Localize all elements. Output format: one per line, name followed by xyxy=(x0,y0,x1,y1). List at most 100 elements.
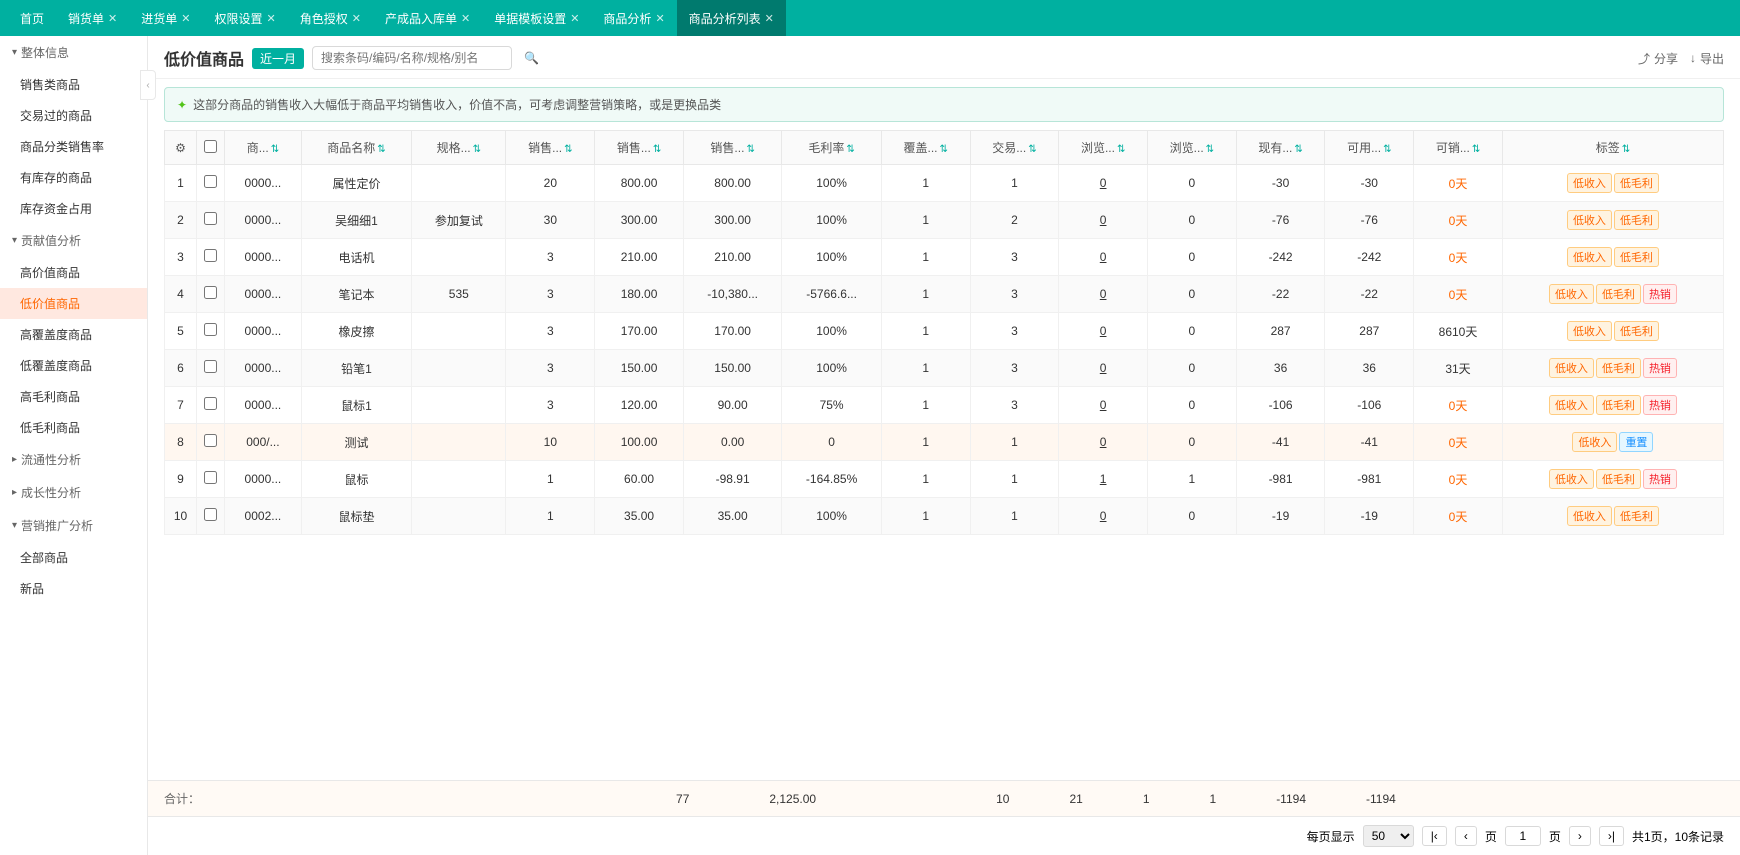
col-tags[interactable]: 标签⇅ xyxy=(1502,131,1723,165)
col-available[interactable]: 可用...⇅ xyxy=(1325,131,1414,165)
view1-link[interactable]: 0 xyxy=(1100,509,1107,523)
sidebar-item-category-rate[interactable]: 商品分类销售率 xyxy=(0,131,147,162)
prev-page-button[interactable]: ‹ xyxy=(1455,826,1477,846)
cell-checkbox[interactable] xyxy=(197,498,225,535)
cell-view1[interactable]: 0 xyxy=(1059,424,1148,461)
sidebar-group-marketing[interactable]: ▾ 营销推广分析 xyxy=(0,509,147,542)
next-page-button[interactable]: › xyxy=(1569,826,1591,846)
view1-link[interactable]: 0 xyxy=(1100,287,1107,301)
nav-home[interactable]: 首页 xyxy=(8,0,56,36)
col-checkbox[interactable] xyxy=(197,131,225,165)
cell-checkbox[interactable] xyxy=(197,202,225,239)
sidebar-collapse-button[interactable]: ‹ xyxy=(140,70,156,100)
share-button[interactable]: ⤴ 分享 xyxy=(1638,50,1678,67)
nav-close-warehouse[interactable]: ✕ xyxy=(461,12,470,25)
row-checkbox[interactable] xyxy=(204,434,217,447)
cell-checkbox[interactable] xyxy=(197,387,225,424)
first-page-button[interactable]: |‹ xyxy=(1422,826,1447,846)
cell-checkbox[interactable] xyxy=(197,424,225,461)
view1-link[interactable]: 1 xyxy=(1100,472,1107,486)
nav-permissions[interactable]: 权限设置 ✕ xyxy=(202,0,287,36)
cell-view1[interactable]: 0 xyxy=(1059,313,1148,350)
row-checkbox[interactable] xyxy=(204,286,217,299)
row-checkbox[interactable] xyxy=(204,360,217,373)
cell-checkbox[interactable] xyxy=(197,165,225,202)
sidebar-item-low-value[interactable]: 低价值商品 xyxy=(0,288,147,319)
row-checkbox[interactable] xyxy=(204,397,217,410)
export-button[interactable]: ↓ 导出 xyxy=(1690,50,1724,67)
nav-sales-order[interactable]: 销货单 ✕ xyxy=(56,0,129,36)
cell-checkbox[interactable] xyxy=(197,239,225,276)
sidebar-group-circulation[interactable]: ▸ 流通性分析 xyxy=(0,443,147,476)
sidebar-item-traded[interactable]: 交易过的商品 xyxy=(0,100,147,131)
col-name[interactable]: 商品名称⇅ xyxy=(301,131,411,165)
cell-view1[interactable]: 0 xyxy=(1059,498,1148,535)
nav-close-role[interactable]: ✕ xyxy=(352,12,361,25)
sidebar-item-stocked[interactable]: 有库存的商品 xyxy=(0,162,147,193)
sidebar-item-high-margin[interactable]: 高毛利商品 xyxy=(0,381,147,412)
nav-close-list[interactable]: ✕ xyxy=(765,12,774,25)
select-all-checkbox[interactable] xyxy=(204,140,217,153)
nav-product-analysis[interactable]: 商品分析 ✕ xyxy=(591,0,676,36)
cell-checkbox[interactable] xyxy=(197,276,225,313)
sidebar-item-high-coverage[interactable]: 高覆盖度商品 xyxy=(0,319,147,350)
nav-close-sales[interactable]: ✕ xyxy=(108,12,117,25)
cell-view1[interactable]: 0 xyxy=(1059,165,1148,202)
sidebar-item-all-products[interactable]: 全部商品 xyxy=(0,542,147,573)
row-checkbox[interactable] xyxy=(204,508,217,521)
col-settings[interactable]: ⚙ xyxy=(165,131,197,165)
nav-analysis-list[interactable]: 商品分析列表 ✕ xyxy=(677,0,786,36)
nav-product-warehouse[interactable]: 产成品入库单 ✕ xyxy=(373,0,482,36)
sidebar-group-overall[interactable]: ▾ 整体信息 xyxy=(0,36,147,69)
cell-checkbox[interactable] xyxy=(197,461,225,498)
cell-view1[interactable]: 0 xyxy=(1059,202,1148,239)
col-view1[interactable]: 浏览...⇅ xyxy=(1059,131,1148,165)
col-trade[interactable]: 交易...⇅ xyxy=(970,131,1059,165)
search-icon[interactable]: 🔍 xyxy=(524,51,539,65)
nav-template-settings[interactable]: 单据模板设置 ✕ xyxy=(482,0,591,36)
cell-checkbox[interactable] xyxy=(197,313,225,350)
row-checkbox[interactable] xyxy=(204,212,217,225)
cell-view1[interactable]: 0 xyxy=(1059,239,1148,276)
row-checkbox[interactable] xyxy=(204,323,217,336)
row-checkbox[interactable] xyxy=(204,471,217,484)
cell-view1[interactable]: 1 xyxy=(1059,461,1148,498)
nav-purchase-order[interactable]: 进货单 ✕ xyxy=(129,0,202,36)
col-coverage[interactable]: 覆盖...⇅ xyxy=(881,131,970,165)
cell-view1[interactable]: 0 xyxy=(1059,276,1148,313)
page-size-select[interactable]: 50 100 200 xyxy=(1363,825,1414,847)
row-checkbox[interactable] xyxy=(204,249,217,262)
view1-link[interactable]: 0 xyxy=(1100,324,1107,338)
search-input[interactable] xyxy=(312,46,512,70)
nav-role-auth[interactable]: 角色授权 ✕ xyxy=(288,0,373,36)
col-sales-qty[interactable]: 销售...⇅ xyxy=(506,131,595,165)
nav-close-permissions[interactable]: ✕ xyxy=(267,12,276,25)
col-view2[interactable]: 浏览...⇅ xyxy=(1148,131,1237,165)
nav-close-analysis[interactable]: ✕ xyxy=(655,12,664,25)
sidebar-item-new-products[interactable]: 新品 xyxy=(0,573,147,604)
sidebar-group-growth[interactable]: ▸ 成长性分析 xyxy=(0,476,147,509)
nav-close-purchase[interactable]: ✕ xyxy=(181,12,190,25)
sidebar-item-low-coverage[interactable]: 低覆盖度商品 xyxy=(0,350,147,381)
sidebar-item-sales-goods[interactable]: 销售类商品 xyxy=(0,69,147,100)
cell-view1[interactable]: 0 xyxy=(1059,350,1148,387)
time-tag-button[interactable]: 近一月 xyxy=(252,48,304,69)
col-current[interactable]: 现有...⇅ xyxy=(1236,131,1325,165)
sidebar-item-inventory-fund[interactable]: 库存资金占用 xyxy=(0,193,147,224)
cell-view1[interactable]: 0 xyxy=(1059,387,1148,424)
sidebar-item-high-value[interactable]: 高价值商品 xyxy=(0,257,147,288)
sidebar-item-low-margin[interactable]: 低毛利商品 xyxy=(0,412,147,443)
cell-checkbox[interactable] xyxy=(197,350,225,387)
view1-link[interactable]: 0 xyxy=(1100,398,1107,412)
nav-close-template[interactable]: ✕ xyxy=(570,12,579,25)
last-page-button[interactable]: ›| xyxy=(1599,826,1624,846)
col-saleable[interactable]: 可销...⇅ xyxy=(1414,131,1503,165)
sidebar-group-contribution[interactable]: ▾ 贡献值分析 xyxy=(0,224,147,257)
view1-link[interactable]: 0 xyxy=(1100,176,1107,190)
view1-link[interactable]: 0 xyxy=(1100,250,1107,264)
col-sales-cost[interactable]: 销售...⇅ xyxy=(683,131,781,165)
col-sales-price[interactable]: 销售...⇅ xyxy=(595,131,684,165)
col-code[interactable]: 商...⇅ xyxy=(225,131,302,165)
row-checkbox[interactable] xyxy=(204,175,217,188)
view1-link[interactable]: 0 xyxy=(1100,213,1107,227)
